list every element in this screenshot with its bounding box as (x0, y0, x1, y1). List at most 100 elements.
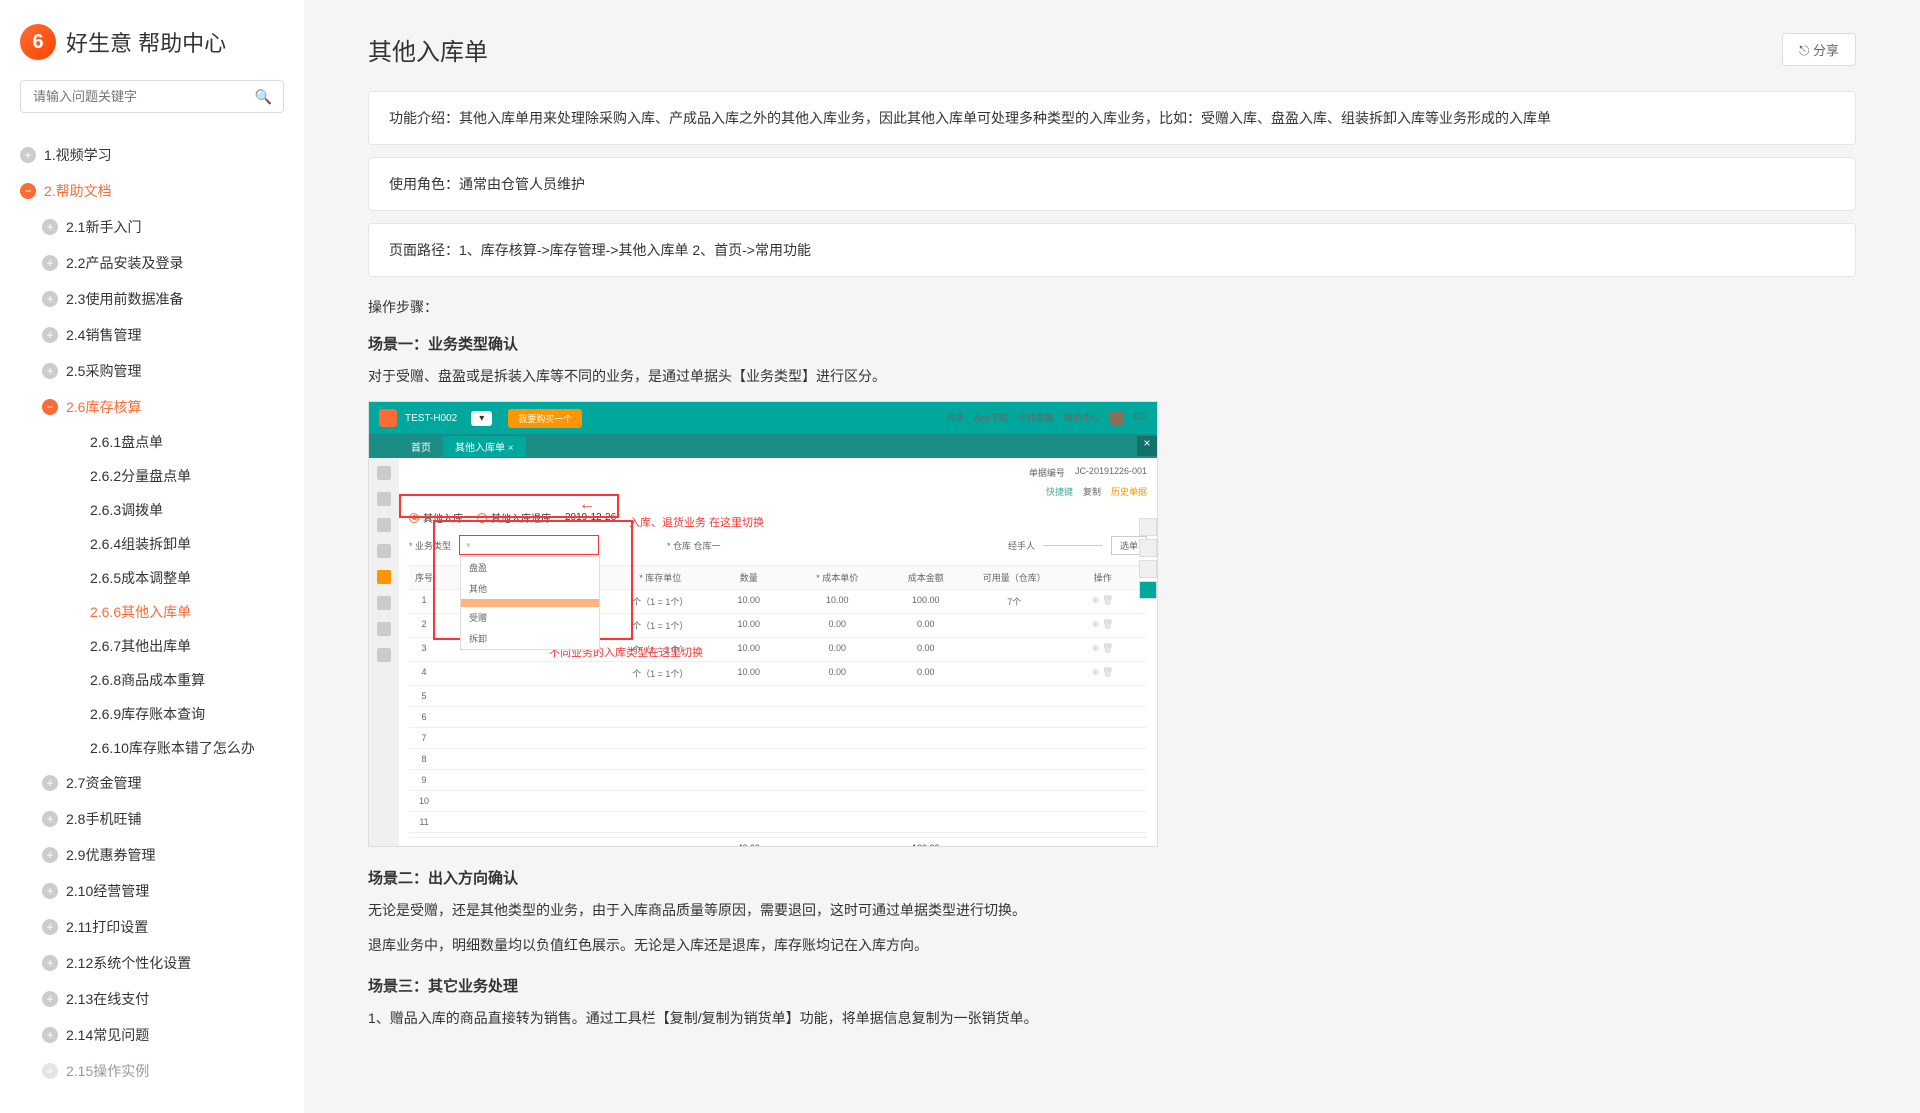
nav-2-6-8[interactable]: 2.6.8商品成本重算 (90, 663, 284, 697)
minus-icon: − (20, 183, 36, 199)
scene2-title: 场景二：出入方向确认 (368, 867, 1856, 888)
ss-header-item: CC (1134, 411, 1147, 425)
nav-2-6-9[interactable]: 2.6.9库存账本查询 (90, 697, 284, 731)
ss-side-icon (377, 648, 391, 662)
share-label: 分享 (1813, 43, 1839, 58)
intro-box: 功能介绍：其他入库单用来处理除采购入库、产成品入库之外的其他入库业务，因此其他入… (368, 91, 1856, 145)
nav-label: 2.12系统个性化设置 (66, 953, 191, 973)
nav-label: 2.6.1盘点单 (90, 432, 163, 452)
ss-dropdown-icon: ▾ (471, 411, 492, 426)
nav-label: 2.10经营管理 (66, 881, 149, 901)
nav-operations[interactable]: +2.10经营管理 (42, 873, 284, 909)
ss-toolbar-item: 历史单据 (1111, 485, 1147, 498)
nav-payment[interactable]: +2.13在线支付 (42, 981, 284, 1017)
ss-warehouse: * 仓库 仓库一 (667, 539, 721, 552)
nav-label: 2.6库存核算 (66, 397, 141, 417)
plus-icon: + (42, 363, 58, 379)
ss-side-icon (377, 518, 391, 532)
plus-icon: + (42, 883, 58, 899)
logo-area[interactable]: 6 好生意 帮助中心 (20, 24, 284, 60)
nav-label: 2.14常见问题 (66, 1025, 149, 1045)
plus-icon: + (42, 327, 58, 343)
plus-icon: + (42, 291, 58, 307)
nav-getting-started[interactable]: +2.1新手入门 (42, 209, 284, 245)
nav-coupons[interactable]: +2.9优惠券管理 (42, 837, 284, 873)
nav-help-docs[interactable]: −2.帮助文档 (20, 173, 284, 209)
nav-2-6-6[interactable]: 2.6.6其他入库单 (90, 595, 284, 629)
nav-label: 1.视频学习 (44, 145, 112, 165)
ss-arrow-icon: ← (579, 496, 595, 514)
logo-text: 好生意 帮助中心 (66, 26, 226, 58)
nav-examples[interactable]: +2.15操作实例 (42, 1053, 284, 1089)
nav-label: 2.13在线支付 (66, 989, 149, 1009)
ss-radio-label: 其他入库 (423, 510, 463, 525)
plus-icon: + (42, 775, 58, 791)
nav-label: 2.7资金管理 (66, 773, 141, 793)
ss-header-item: App下载 (974, 411, 1008, 425)
nav-mobile-shop[interactable]: +2.8手机旺铺 (42, 801, 284, 837)
nav-label: 2.1新手入门 (66, 217, 141, 237)
ss-side-icon (377, 570, 391, 584)
nav-label: 2.15操作实例 (66, 1061, 149, 1081)
path-label: 页面路径： (389, 242, 459, 258)
share-button[interactable]: ⎋ 分享 (1782, 33, 1856, 66)
ss-logo-icon (379, 409, 397, 427)
plus-icon: + (42, 919, 58, 935)
nav-purchase[interactable]: +2.5采购管理 (42, 353, 284, 389)
nav-faq[interactable]: +2.14常见问题 (42, 1017, 284, 1053)
path-box: 页面路径：1、库存核算->库存管理->其他入库单 2、首页->常用功能 (368, 223, 1856, 277)
nav-2-6-5[interactable]: 2.6.5成本调整单 (90, 561, 284, 595)
nav-2-6-7[interactable]: 2.6.7其他出库单 (90, 629, 284, 663)
ss-side-icon (377, 466, 391, 480)
plus-icon: + (42, 1027, 58, 1043)
plus-icon: + (42, 955, 58, 971)
nav-funds[interactable]: +2.7资金管理 (42, 765, 284, 801)
ss-side-icon (377, 544, 391, 558)
nav-2-6-2[interactable]: 2.6.2分量盘点单 (90, 459, 284, 493)
sidebar: 6 好生意 帮助中心 🔍 +1.视频学习 −2.帮助文档 +2.1新手入门 +2… (0, 0, 304, 1113)
nav-inventory[interactable]: −2.6库存核算 (42, 389, 284, 425)
nav-label: 2.6.2分量盘点单 (90, 466, 191, 486)
path-text: 1、库存核算->库存管理->其他入库单 2、首页->常用功能 (459, 242, 811, 258)
nav-label: 2.6.3调拨单 (90, 500, 163, 520)
nav-label: 2.8手机旺铺 (66, 809, 141, 829)
scene3-text: 1、赠品入库的商品直接转为销售。通过工具栏【复制/复制为销货单】功能，将单据信息… (368, 1006, 1856, 1031)
scene2-text1: 无论是受赠，还是其他类型的业务，由于入库商品质量等原因，需要退回，这时可通过单据… (368, 898, 1856, 923)
nav-label: 2.5采购管理 (66, 361, 141, 381)
ss-env: TEST-H002 (405, 413, 457, 424)
nav-label: 2.6.4组装拆卸单 (90, 534, 191, 554)
ss-tab-current: 其他入库单 × (443, 436, 526, 457)
ss-annotation-text: 入库、退货业务 在这里切换 (629, 514, 764, 530)
ss-radio-icon (477, 513, 487, 523)
ss-side-icon (377, 492, 391, 506)
nav-sales[interactable]: +2.4销售管理 (42, 317, 284, 353)
plus-icon: + (42, 811, 58, 827)
ss-header-item: 在线客服 (1018, 411, 1054, 425)
ss-dd-item: 拆卸 (461, 628, 599, 649)
nav-2-6-1[interactable]: 2.6.1盘点单 (90, 425, 284, 459)
nav-2-6-4[interactable]: 2.6.4组装拆卸单 (90, 527, 284, 561)
nav-2-6-10[interactable]: 2.6.10库存账本错了怎么办 (90, 731, 284, 765)
nav-video-learning[interactable]: +1.视频学习 (20, 137, 284, 173)
scene1-title: 场景一：业务类型确认 (368, 333, 1856, 354)
role-box: 使用角色：通常由仓管人员维护 (368, 157, 1856, 211)
intro-label: 功能介绍： (389, 110, 459, 126)
ss-side-icon (377, 596, 391, 610)
search-icon[interactable]: 🔍 (255, 88, 272, 105)
nav-2-6-3[interactable]: 2.6.3调拨单 (90, 493, 284, 527)
nav-system[interactable]: +2.12系统个性化设置 (42, 945, 284, 981)
ss-doc-no: JC-20191226-001 (1075, 466, 1147, 479)
nav-label: 2.6.7其他出库单 (90, 636, 191, 656)
ss-toolbar-item: 复制 (1083, 485, 1101, 498)
ss-close-icon: × (1137, 436, 1157, 456)
page-title: 其他入库单 (368, 32, 488, 67)
nav-print[interactable]: +2.11打印设置 (42, 909, 284, 945)
scene1-text: 对于受赠、盘盈或是拆装入库等不同的业务，是通过单据头【业务类型】进行区分。 (368, 364, 1856, 389)
role-text: 通常由仓管人员维护 (459, 176, 585, 192)
intro-text: 其他入库单用来处理除采购入库、产成品入库之外的其他入库业务，因此其他入库单可处理… (459, 110, 1551, 126)
search-input[interactable] (20, 80, 284, 113)
nav-data-prep[interactable]: +2.3使用前数据准备 (42, 281, 284, 317)
ss-filter-label: * 业务类型 (409, 539, 451, 552)
scene2-text2: 退库业务中，明细数量均以负值红色展示。无论是入库还是退库，库存账均记在入库方向。 (368, 933, 1856, 958)
nav-install-login[interactable]: +2.2产品安装及登录 (42, 245, 284, 281)
